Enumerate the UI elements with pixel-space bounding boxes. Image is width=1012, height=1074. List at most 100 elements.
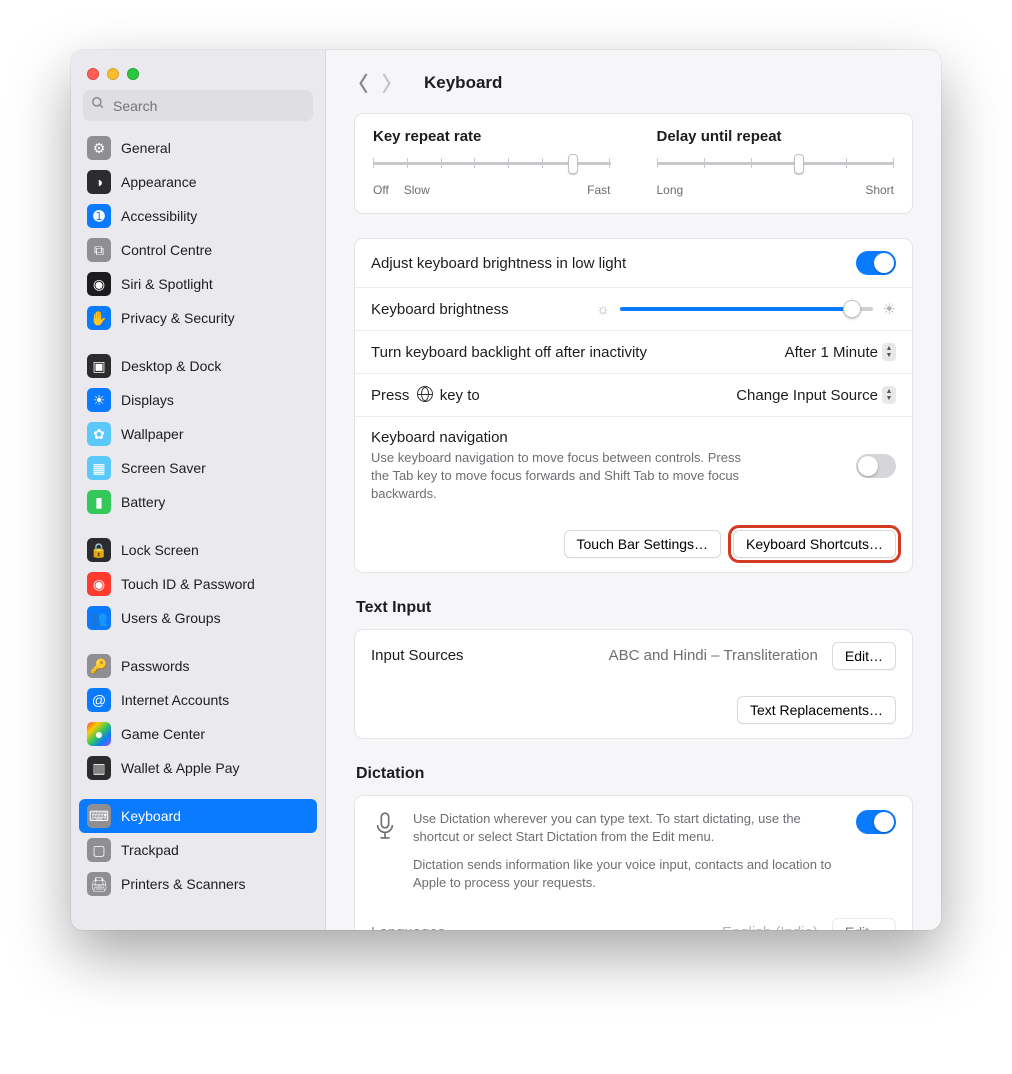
- sidebar-item-trackpad[interactable]: ▢ Trackpad: [79, 833, 317, 867]
- dictation-card: Use Dictation wherever you can type text…: [354, 795, 913, 930]
- sidebar-item-label: Displays: [121, 392, 174, 408]
- brightness-high-icon: ☀: [883, 300, 896, 318]
- window-controls: [71, 58, 325, 84]
- keyboard-brightness-slider[interactable]: ☼ ☀: [596, 300, 896, 318]
- backlight-timeout-value: After 1 Minute: [785, 344, 878, 361]
- main-content[interactable]: 〈 〉 Keyboard Key repeat rate Off Slow: [326, 50, 941, 930]
- titlebar: 〈 〉 Keyboard: [326, 50, 941, 107]
- input-sources-edit-button[interactable]: Edit…: [832, 642, 896, 670]
- lock-screen-icon: 🔒: [87, 538, 111, 562]
- keyboard-shortcuts-button[interactable]: Keyboard Shortcuts…: [733, 530, 896, 558]
- dictation-languages-label: Languages: [371, 924, 445, 930]
- sidebar-item-label: Appearance: [121, 174, 197, 190]
- sidebar-item-label: Trackpad: [121, 842, 179, 858]
- sidebar-item-control-centre[interactable]: ⧉Control Centre: [79, 233, 317, 267]
- sidebar-item-game-center[interactable]: ●Game Center: [79, 717, 317, 751]
- close-icon[interactable]: [87, 68, 99, 80]
- input-sources-label: Input Sources: [371, 647, 464, 664]
- keyboard-nav-toggle[interactable]: [856, 454, 896, 478]
- printers-scanners-icon: 🖨: [87, 872, 111, 896]
- sidebar-item-internet-accounts[interactable]: @Internet Accounts: [79, 683, 317, 717]
- trackpad-icon: ▢: [87, 838, 111, 862]
- key-repeat-rate-slider[interactable]: [373, 153, 611, 173]
- sidebar-item-label: Printers & Scanners: [121, 876, 246, 892]
- sidebar-item-accessibility[interactable]: ➊Accessibility: [79, 199, 317, 233]
- press-globe-value: Change Input Source: [736, 387, 878, 404]
- fullscreen-icon[interactable]: [127, 68, 139, 80]
- sidebar-item-screen-saver[interactable]: ▦Screen Saver: [79, 451, 317, 485]
- dictation-languages-value: English (India): [722, 924, 818, 930]
- sidebar-item-displays[interactable]: ☀ Displays: [79, 383, 317, 417]
- sidebar-item-label: Accessibility: [121, 208, 197, 224]
- dictation-languages-edit-button[interactable]: Edit…: [832, 918, 896, 930]
- sidebar-item-label: General: [121, 140, 171, 156]
- brightness-auto-label: Adjust keyboard brightness in low light: [371, 255, 626, 272]
- sidebar-item-wallet-apple-pay[interactable]: ▥Wallet & Apple Pay: [79, 751, 317, 785]
- press-globe-select[interactable]: Change Input Source ▲▼: [736, 386, 896, 404]
- sidebar-item-touch-id-password[interactable]: ◉Touch ID & Password: [79, 567, 317, 601]
- sidebar-item-passwords[interactable]: 🔑Passwords: [79, 649, 317, 683]
- dictation-heading: Dictation: [356, 765, 911, 783]
- sidebar-item-privacy-security[interactable]: ✋ Privacy & Security: [79, 301, 317, 335]
- sidebar-item-label: Battery: [121, 494, 165, 510]
- wallet-apple-pay-icon: ▥: [87, 756, 111, 780]
- sidebar-item-users-groups[interactable]: 👥Users & Groups: [79, 601, 317, 635]
- sidebar-item-label: Users & Groups: [121, 610, 221, 626]
- delay-short-label: Short: [865, 183, 894, 197]
- globe-icon: [417, 386, 433, 402]
- text-input-heading: Text Input: [356, 599, 911, 617]
- text-input-card: Input Sources ABC and Hindi – Transliter…: [354, 629, 913, 739]
- appearance-icon: ◑: [87, 170, 111, 194]
- game-center-icon: ●: [87, 722, 111, 746]
- repeat-off-label: Off: [373, 183, 389, 197]
- sidebar-item-label: Desktop & Dock: [121, 358, 221, 374]
- key-repeat-rate-label: Key repeat rate: [373, 128, 611, 145]
- touch-bar-settings-button[interactable]: Touch Bar Settings…: [564, 530, 722, 558]
- text-replacements-button[interactable]: Text Replacements…: [737, 696, 896, 724]
- sidebar-item-lock-screen[interactable]: 🔒Lock Screen: [79, 533, 317, 567]
- sidebar-item-keyboard[interactable]: ⌨ Keyboard: [79, 799, 317, 833]
- stepper-icon: ▲▼: [882, 386, 896, 404]
- keyboard-icon: ⌨: [87, 804, 111, 828]
- back-button[interactable]: 〈: [348, 68, 368, 97]
- general-icon: ⚙: [87, 136, 111, 160]
- desktop-dock-icon: ▣: [87, 354, 111, 378]
- stepper-icon: ▲▼: [882, 343, 896, 361]
- press-globe-label: Press key to: [371, 386, 480, 404]
- dictation-toggle[interactable]: [856, 810, 896, 834]
- sidebar-item-general[interactable]: ⚙ General: [79, 131, 317, 165]
- battery-icon: ▮: [87, 490, 111, 514]
- page-title: Keyboard: [424, 73, 502, 93]
- privacy-security-icon: ✋: [87, 306, 111, 330]
- passwords-icon: 🔑: [87, 654, 111, 678]
- backlight-timeout-select[interactable]: After 1 Minute ▲▼: [785, 343, 896, 361]
- sidebar-item-siri-spotlight[interactable]: ◉Siri & Spotlight: [79, 267, 317, 301]
- sidebar-item-label: Screen Saver: [121, 460, 206, 476]
- displays-icon: ☀: [87, 388, 111, 412]
- sidebar-list[interactable]: ⚙ General ◑ Appearance ➊Accessibility⧉Contro…: [71, 129, 325, 930]
- repeat-fast-label: Fast: [587, 183, 610, 197]
- sidebar-item-appearance[interactable]: ◑ Appearance: [79, 165, 317, 199]
- brightness-auto-toggle[interactable]: [856, 251, 896, 275]
- delay-until-repeat-slider[interactable]: [657, 153, 895, 173]
- sidebar-item-label: Wallpaper: [121, 426, 184, 442]
- forward-button[interactable]: 〉: [382, 68, 402, 97]
- sidebar-item-battery[interactable]: ▮ Battery: [79, 485, 317, 519]
- sidebar: ⚙ General ◑ Appearance ➊Accessibility⧉Contro…: [71, 50, 326, 930]
- sidebar-item-wallpaper[interactable]: ✿Wallpaper: [79, 417, 317, 451]
- delay-until-repeat-label: Delay until repeat: [657, 128, 895, 145]
- search-icon: [91, 96, 105, 115]
- delay-long-label: Long: [657, 183, 684, 197]
- minimize-icon[interactable]: [107, 68, 119, 80]
- internet-accounts-icon: @: [87, 688, 111, 712]
- repeat-slow-label: Slow: [404, 183, 430, 197]
- microphone-icon: [371, 810, 399, 846]
- search-field[interactable]: [83, 90, 313, 121]
- sidebar-item-label: Privacy & Security: [121, 310, 235, 326]
- sidebar-item-printers-scanners[interactable]: 🖨 Printers & Scanners: [79, 867, 317, 901]
- search-input[interactable]: [111, 97, 305, 115]
- sidebar-item-label: Keyboard: [121, 808, 181, 824]
- keyboard-settings-card: Adjust keyboard brightness in low light …: [354, 238, 913, 573]
- keyboard-brightness-label: Keyboard brightness: [371, 301, 509, 318]
- sidebar-item-desktop-dock[interactable]: ▣ Desktop & Dock: [79, 349, 317, 383]
